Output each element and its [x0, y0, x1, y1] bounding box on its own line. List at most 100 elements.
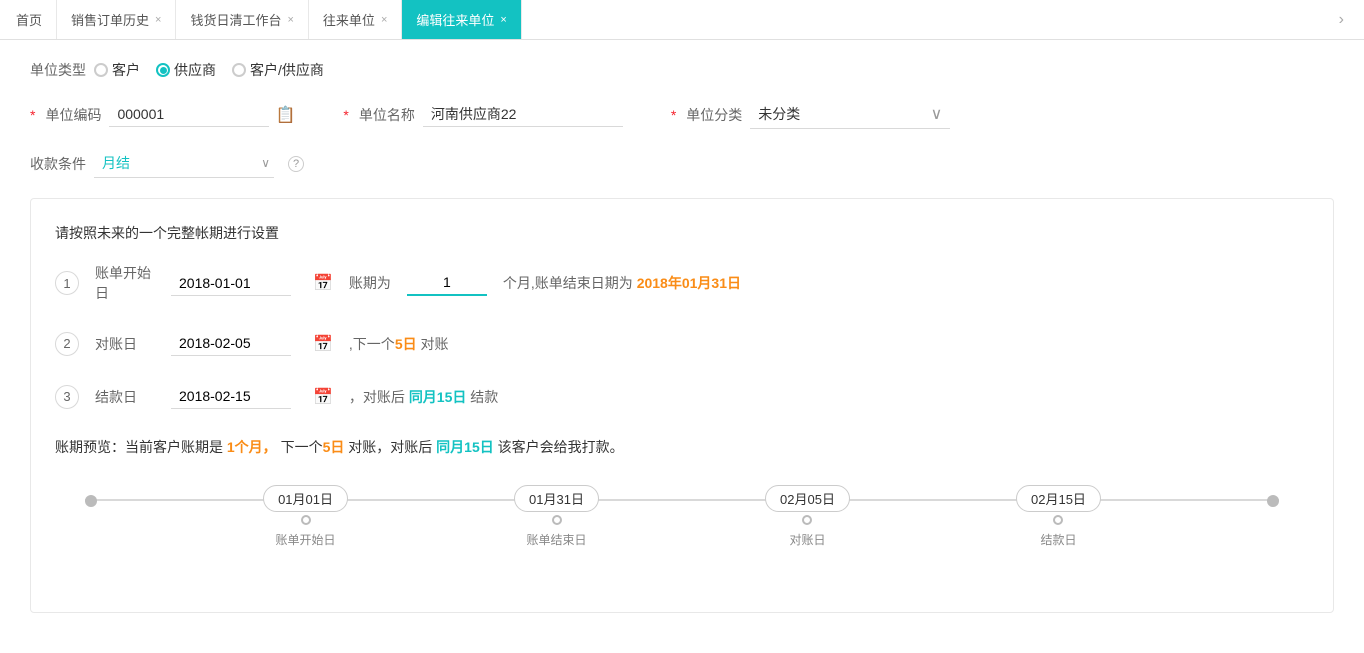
- payment-select[interactable]: 月结 ∨: [94, 149, 274, 178]
- tab-edit-contact-close[interactable]: ×: [500, 14, 506, 26]
- tl-right-endpoint: [1267, 495, 1279, 507]
- tab-edit-contact-label: 编辑往来单位: [416, 10, 494, 29]
- tl-badge-3: 02月05日: [765, 485, 850, 512]
- unit-code-label: 单位编码: [45, 105, 101, 125]
- tl-label-3: 对账日: [789, 531, 825, 548]
- unit-code-icon[interactable]: 📋: [275, 105, 295, 125]
- tab-cashier-close[interactable]: ×: [287, 14, 293, 26]
- unit-classify-select[interactable]: 未分类 ∨: [750, 100, 950, 129]
- period-row-3: 3 结款日 📅 ，对账后 同月15日 结款: [55, 384, 1309, 409]
- period-reconcile-date-input[interactable]: [171, 331, 291, 356]
- tab-sales-history-close[interactable]: ×: [155, 14, 161, 26]
- unit-name-required: *: [343, 107, 348, 123]
- period-row-2: 2 对账日 📅 ,下一个5日 对账: [55, 331, 1309, 356]
- tl-dot-3: [802, 515, 812, 525]
- preview-section: 账期预览：当前客户账期是 1个月， 下一个5日 对账，对账后 同月15日 该客户…: [55, 437, 1309, 588]
- tab-home[interactable]: 首页: [8, 0, 57, 39]
- tab-sales-history[interactable]: 销售订单历史 ×: [57, 0, 176, 39]
- period-reconcile-desc: ,下一个5日 对账: [349, 334, 449, 354]
- unit-name-input[interactable]: [423, 102, 623, 127]
- period-desc-suffix: 个月,账单结束日期为 2018年01月31日: [503, 273, 741, 293]
- period-num-2: 2: [55, 332, 79, 356]
- period-field-label-2: 对账日: [95, 334, 155, 354]
- period-desc-1: 账期为: [349, 273, 391, 293]
- period-settlement-desc: ，对账后 同月15日 结款: [349, 387, 498, 407]
- unit-type-row: 单位类型 客户 供应商 客户/供应商: [30, 60, 1334, 80]
- tab-cashier[interactable]: 钱货日清工作台 ×: [176, 0, 308, 39]
- period-card: 请按照未来的一个完整帐期进行设置 1 账单开始日 📅 账期为 个月,账单结束日期…: [30, 198, 1334, 613]
- tab-cashier-label: 钱货日清工作台: [190, 10, 281, 29]
- unit-code-wrapper: 📋: [109, 102, 295, 127]
- payment-select-value: 月结: [94, 149, 261, 177]
- tl-node-1: 01月01日 账单开始日: [263, 485, 348, 548]
- tl-dot-4: [1053, 515, 1063, 525]
- unit-type-radio-group: 客户 供应商 客户/供应商: [94, 60, 324, 80]
- period-row-1: 1 账单开始日 📅 账期为 个月,账单结束日期为 2018年01月31日: [55, 263, 1309, 303]
- tl-dot-1: [301, 515, 311, 525]
- tl-dot-2: [552, 515, 562, 525]
- radio-customer-label: 客户: [112, 60, 140, 80]
- tab-home-label: 首页: [16, 10, 42, 29]
- preview-highlight2: 5日: [323, 439, 345, 455]
- period-settlement-date-input[interactable]: [171, 384, 291, 409]
- settlement-date-highlight: 同月15日: [409, 389, 467, 405]
- payment-select-arrow: ∨: [261, 156, 270, 170]
- tab-bar: 首页 销售订单历史 × 钱货日清工作台 × 往来单位 × 编辑往来单位 × ›: [0, 0, 1364, 40]
- unit-type-label: 单位类型: [30, 60, 86, 80]
- unit-classify-value: 未分类: [758, 104, 930, 124]
- tl-node-3: 02月05日 对账日: [765, 485, 850, 548]
- tab-contacts-label: 往来单位: [323, 10, 375, 29]
- tl-left-dot: [85, 485, 97, 548]
- payment-label: 收款条件: [30, 154, 86, 174]
- preview-highlight1: 1个月，: [227, 439, 277, 455]
- unit-info-row: * 单位编码 📋 * 单位名称 * 单位分类 未分类 ∨: [30, 100, 1334, 129]
- tl-label-1: 账单开始日: [276, 531, 336, 548]
- unit-name-wrapper: [423, 102, 623, 127]
- tab-edit-contact[interactable]: 编辑往来单位 ×: [402, 0, 521, 39]
- period-start-date-input[interactable]: [171, 271, 291, 296]
- timeline-nodes: 01月01日 账单开始日 01月31日 账单结束日 02月05日: [85, 485, 1279, 548]
- tab-contacts-close[interactable]: ×: [381, 14, 387, 26]
- period-end-date-highlight: 2018年01月31日: [637, 275, 741, 291]
- period-settlement-calendar-icon[interactable]: 📅: [313, 387, 333, 407]
- tl-badge-4: 02月15日: [1016, 485, 1101, 512]
- preview-highlight3: 同月15日: [436, 439, 494, 455]
- tl-right-dot: [1267, 485, 1279, 548]
- period-num-3: 3: [55, 385, 79, 409]
- unit-classify-required: *: [671, 107, 676, 123]
- period-num-1: 1: [55, 271, 79, 295]
- period-start-calendar-icon[interactable]: 📅: [313, 273, 333, 293]
- radio-customer[interactable]: 客户: [94, 60, 140, 80]
- unit-code-input[interactable]: [109, 102, 269, 127]
- tl-label-2: 账单结束日: [527, 531, 587, 548]
- tl-badge-1: 01月01日: [263, 485, 348, 512]
- payment-help-icon[interactable]: ?: [288, 156, 304, 172]
- unit-name-label: 单位名称: [359, 105, 415, 125]
- tl-node-4: 02月15日 结款日: [1016, 485, 1101, 548]
- payment-row: 收款条件 月结 ∨ ?: [30, 149, 1334, 178]
- radio-both[interactable]: 客户/供应商: [232, 60, 324, 80]
- tab-contacts[interactable]: 往来单位 ×: [309, 0, 402, 39]
- main-content: 单位类型 客户 供应商 客户/供应商 * 单位编码 📋 * 单位名称: [0, 40, 1364, 653]
- radio-supplier-circle: [156, 63, 170, 77]
- tl-node-2: 01月31日 账单结束日: [514, 485, 599, 548]
- preview-text: 账期预览：当前客户账期是 1个月， 下一个5日 对账，对账后 同月15日 该客户…: [55, 437, 1309, 457]
- classify-arrow-icon: ∨: [931, 104, 943, 124]
- period-month-input[interactable]: [407, 270, 487, 296]
- radio-supplier-label: 供应商: [174, 60, 216, 80]
- radio-both-circle: [232, 63, 246, 77]
- radio-customer-circle: [94, 63, 108, 77]
- unit-code-required: *: [30, 107, 35, 123]
- tab-sales-history-label: 销售订单历史: [71, 10, 149, 29]
- period-reconcile-calendar-icon[interactable]: 📅: [313, 334, 333, 354]
- period-field-label-1: 账单开始日: [95, 263, 155, 303]
- timeline-wrapper: 01月01日 账单开始日 01月31日 账单结束日 02月05日: [55, 477, 1309, 588]
- tab-more-button[interactable]: ›: [1327, 11, 1356, 29]
- radio-supplier[interactable]: 供应商: [156, 60, 216, 80]
- tl-label-4: 结款日: [1040, 531, 1076, 548]
- tl-left-endpoint: [85, 495, 97, 507]
- radio-both-label: 客户/供应商: [250, 60, 324, 80]
- tl-badge-2: 01月31日: [514, 485, 599, 512]
- unit-classify-label: 单位分类: [686, 105, 742, 125]
- reconcile-date-highlight: 5日: [395, 336, 417, 352]
